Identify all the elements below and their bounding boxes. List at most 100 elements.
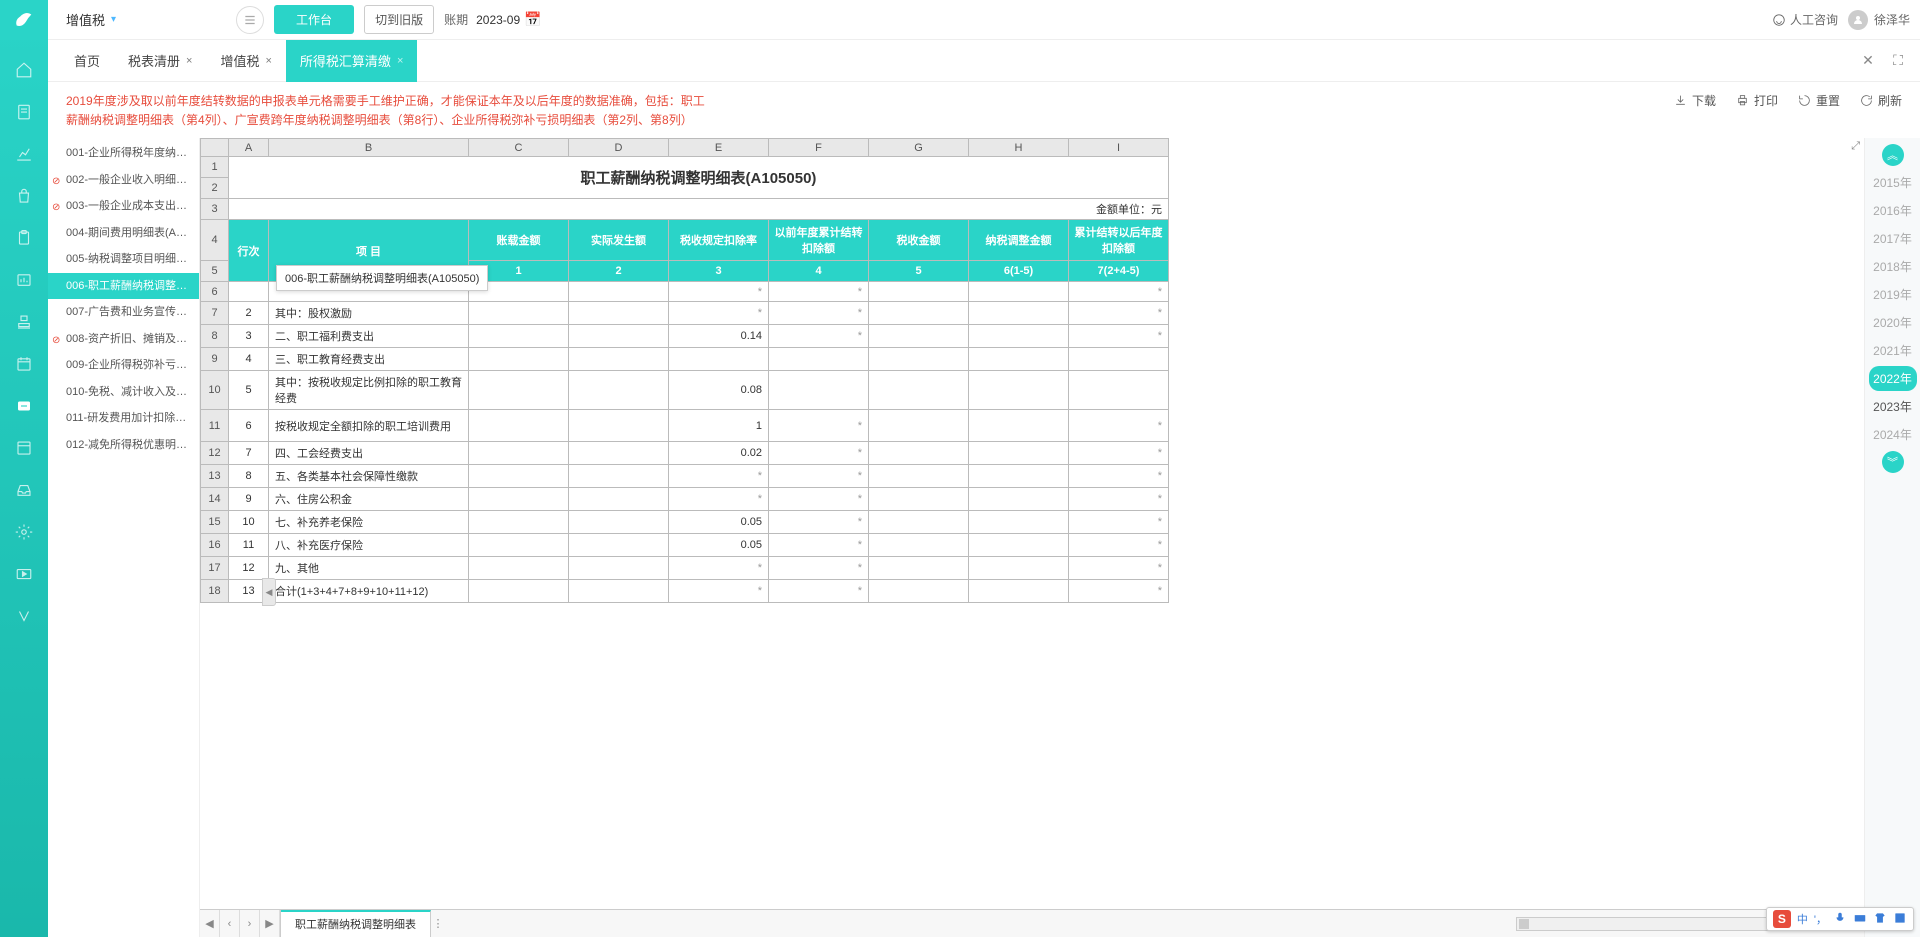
form-item-11[interactable]: 012-减免所得税优惠明细表(... [48, 432, 199, 459]
stamp-icon[interactable] [12, 310, 36, 334]
cell-item[interactable]: 四、工会经费支出 [269, 442, 469, 465]
row-header[interactable]: 11 [201, 410, 229, 442]
inbox-icon[interactable] [12, 478, 36, 502]
cell-prev[interactable]: * [769, 325, 869, 348]
year-2022年[interactable]: 2022年 [1869, 366, 1917, 391]
clipboard-icon[interactable] [12, 226, 36, 250]
cell[interactable] [869, 410, 969, 442]
row-header[interactable]: 13 [201, 465, 229, 488]
scroll-prev[interactable]: ‹ [220, 910, 240, 937]
cell[interactable] [569, 488, 669, 511]
list-button[interactable] [236, 6, 264, 34]
year-2019年[interactable]: 2019年 [1869, 282, 1917, 307]
row-header[interactable]: 3 [201, 199, 229, 220]
cell-rownum[interactable]: 7 [229, 442, 269, 465]
row-header[interactable]: 7 [201, 302, 229, 325]
cell[interactable] [869, 511, 969, 534]
col-header-E[interactable]: E [669, 139, 769, 157]
collapse-handle[interactable]: ◀ [262, 578, 276, 606]
cell-rate[interactable]: 0.02 [669, 442, 769, 465]
sheet-tab-menu[interactable]: ⋮ [431, 917, 445, 930]
reset-button[interactable]: 重置 [1798, 92, 1840, 109]
cell-item[interactable]: 六、住房公积金 [269, 488, 469, 511]
ime-mic-icon[interactable] [1833, 911, 1847, 928]
cell-rate[interactable]: * [669, 302, 769, 325]
cell-item[interactable]: 按税收规定全额扣除的职工培训费用 [269, 410, 469, 442]
cell-rownum[interactable]: 3 [229, 325, 269, 348]
cell[interactable] [869, 348, 969, 371]
cell[interactable] [469, 488, 569, 511]
cell[interactable] [469, 465, 569, 488]
cell-rownum[interactable]: 8 [229, 465, 269, 488]
form-item-0[interactable]: 001-企业所得税年度纳税申... [48, 140, 199, 167]
cell-rownum[interactable]: 11 [229, 534, 269, 557]
cell[interactable] [469, 534, 569, 557]
cell-prev[interactable]: * [769, 410, 869, 442]
workbench-button[interactable]: 工作台 [274, 5, 354, 34]
cell-item[interactable]: 其中：股权激励 [269, 302, 469, 325]
report-icon[interactable] [12, 268, 36, 292]
tab-1[interactable]: 税表清册× [114, 40, 206, 82]
cell[interactable] [569, 580, 669, 603]
tax-type-dropdown[interactable]: 增值税 ▾ [58, 10, 236, 29]
cell[interactable] [569, 348, 669, 371]
cell-rate[interactable]: * [669, 580, 769, 603]
row-header[interactable]: 14 [201, 488, 229, 511]
row-header[interactable]: 17 [201, 557, 229, 580]
form-item-8[interactable]: 009-企业所得税弥补亏损明... [48, 352, 199, 379]
cell-rate[interactable]: * [669, 465, 769, 488]
cell-prev[interactable]: * [769, 465, 869, 488]
calendar-icon[interactable] [12, 352, 36, 376]
tab-3[interactable]: 所得税汇算清缴× [286, 40, 417, 82]
cell-carry[interactable]: * [1069, 302, 1169, 325]
cell-prev[interactable]: * [769, 488, 869, 511]
period-value[interactable]: 2023-09 [476, 13, 520, 27]
cell[interactable] [469, 371, 569, 410]
cell-item[interactable]: 合计(1+3+4+7+8+9+10+11+12) [269, 580, 469, 603]
support-link[interactable]: 人工咨询 [1772, 11, 1838, 28]
form-item-1[interactable]: ⊘002-一般企业收入明细表(A... [48, 167, 199, 194]
cell-rownum[interactable]: 5 [229, 371, 269, 410]
col-header-A[interactable]: A [229, 139, 269, 157]
cell-rate[interactable]: 0.08 [669, 371, 769, 410]
cell-carry[interactable]: * [1069, 557, 1169, 580]
cell-item[interactable]: 七、补充养老保险 [269, 511, 469, 534]
cell-item[interactable]: 二、职工福利费支出 [269, 325, 469, 348]
row-header[interactable]: 1 [201, 157, 229, 178]
cell[interactable] [569, 325, 669, 348]
form-item-3[interactable]: 004-期间费用明细表(A1040... [48, 220, 199, 247]
form-item-10[interactable]: 011-研发费用加计扣除优惠... [48, 405, 199, 432]
cell-prev[interactable]: * [769, 302, 869, 325]
cell-rownum[interactable]: 12 [229, 557, 269, 580]
expand-tabs[interactable]: ⛶ [1888, 51, 1908, 71]
cell-prev[interactable]: * [769, 282, 869, 302]
cell[interactable] [969, 488, 1069, 511]
cell[interactable] [969, 534, 1069, 557]
cell-rate[interactable]: 0.05 [669, 534, 769, 557]
col-header-C[interactable]: C [469, 139, 569, 157]
cell-prev[interactable]: * [769, 557, 869, 580]
cell-rate[interactable]: 0.14 [669, 325, 769, 348]
cell[interactable] [869, 534, 969, 557]
cell-prev[interactable] [769, 371, 869, 410]
user-menu[interactable]: 徐泽华 [1848, 10, 1910, 30]
cell[interactable] [969, 465, 1069, 488]
cell[interactable] [869, 465, 969, 488]
close-icon[interactable]: × [265, 55, 271, 67]
ime-bar[interactable]: S 中 '， [1766, 907, 1914, 931]
cell[interactable] [969, 557, 1069, 580]
cell[interactable] [869, 302, 969, 325]
cell-prev[interactable]: * [769, 534, 869, 557]
v-icon[interactable] [12, 604, 36, 628]
cell[interactable] [869, 442, 969, 465]
cell[interactable] [569, 534, 669, 557]
ime-skin-icon[interactable] [1873, 911, 1887, 928]
row-header[interactable]: 18 [201, 580, 229, 603]
scroll-last[interactable]: ▶ [260, 910, 280, 937]
cell-rate[interactable]: * [669, 557, 769, 580]
cell[interactable] [569, 410, 669, 442]
cell[interactable] [569, 282, 669, 302]
year-2017年[interactable]: 2017年 [1869, 226, 1917, 251]
cell[interactable] [869, 282, 969, 302]
ime-punct-icon[interactable]: '， [1814, 911, 1827, 927]
